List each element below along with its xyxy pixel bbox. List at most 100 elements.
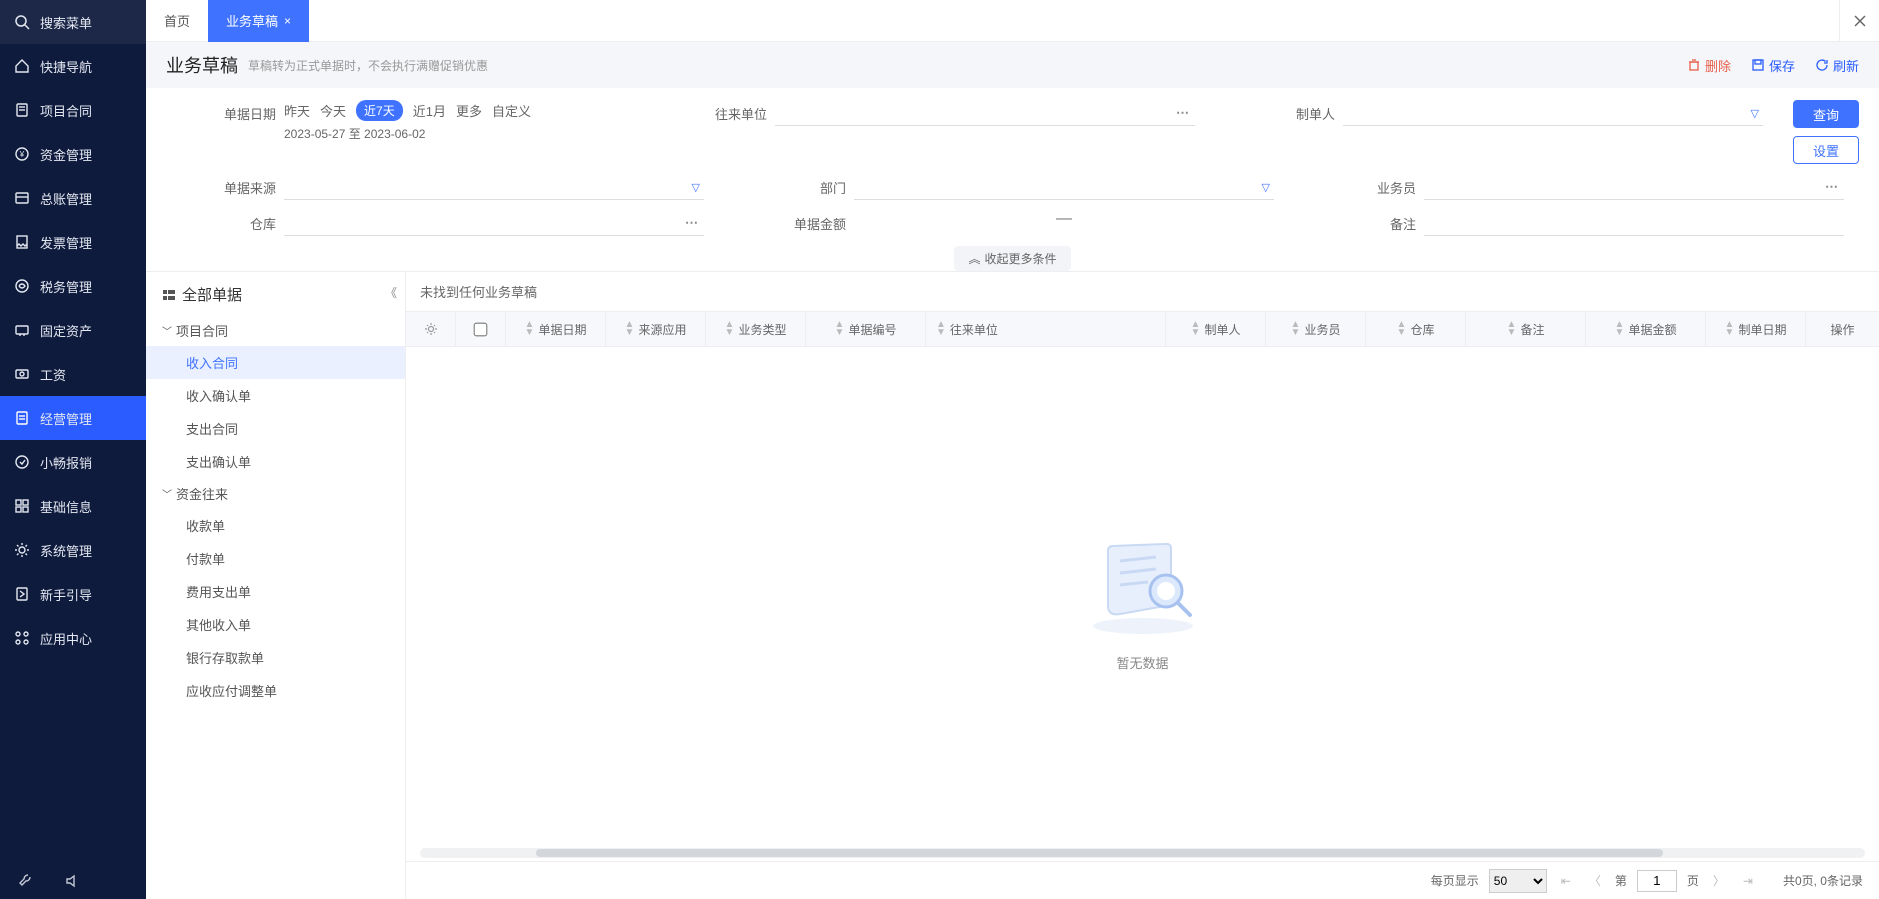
- delete-button[interactable]: 删除: [1687, 56, 1731, 75]
- collapse-filters-button[interactable]: ︽ 收起更多条件: [954, 246, 1070, 271]
- column-header-action: 操作: [1806, 312, 1879, 346]
- sidebar-item-system[interactable]: 系统管理: [0, 528, 146, 572]
- chevron-down-icon[interactable]: ▽: [1751, 107, 1759, 120]
- sidebar-item-fund[interactable]: ¥ 资金管理: [0, 132, 146, 176]
- sidebar-item-ledger[interactable]: 总账管理: [0, 176, 146, 220]
- sidebar-item-app-center[interactable]: 应用中心: [0, 616, 146, 660]
- category-item-other-income[interactable]: 其他收入单: [146, 608, 405, 641]
- salesman-input[interactable]: [1424, 174, 1844, 200]
- last-page-button[interactable]: ⇥: [1739, 874, 1757, 888]
- category-item-payment[interactable]: 付款单: [146, 542, 405, 575]
- sidebar-item-asset[interactable]: 固定资产: [0, 308, 146, 352]
- date-chip-yesterday[interactable]: 昨天: [284, 101, 310, 120]
- close-all-button[interactable]: [1839, 0, 1879, 42]
- sidebar-item-contract[interactable]: 项目合同: [0, 88, 146, 132]
- next-page-button[interactable]: 〉: [1709, 872, 1729, 889]
- sidebar-item-reimburse[interactable]: 小畅报销: [0, 440, 146, 484]
- sound-icon[interactable]: [64, 873, 80, 889]
- page-title: 业务草稿: [166, 52, 238, 78]
- sidebar-item-guide[interactable]: 新手引导: [0, 572, 146, 616]
- date-chip-7days[interactable]: 近7天: [356, 100, 403, 121]
- sort-icon: ▲▼: [525, 321, 535, 337]
- column-header[interactable]: ▲▼业务类型: [706, 312, 806, 346]
- date-chip-1month[interactable]: 近1月: [413, 101, 446, 120]
- category-item-receipt[interactable]: 收款单: [146, 509, 405, 542]
- column-header[interactable]: ▲▼单据金额: [1586, 312, 1706, 346]
- clipboard-icon: [14, 410, 30, 426]
- column-header[interactable]: ▲▼单据日期: [506, 312, 606, 346]
- per-page-select[interactable]: 50: [1489, 869, 1547, 893]
- column-header[interactable]: ▲▼制单日期: [1706, 312, 1806, 346]
- dept-input[interactable]: [854, 174, 1274, 200]
- query-button[interactable]: 查询: [1793, 100, 1859, 128]
- filter-label-source: 单据来源: [166, 174, 276, 197]
- sidebar-item-business[interactable]: 经营管理: [0, 396, 146, 440]
- sidebar-item-invoice[interactable]: 发票管理: [0, 220, 146, 264]
- close-icon[interactable]: ×: [284, 14, 291, 28]
- more-icon[interactable]: ⋯: [1176, 105, 1191, 121]
- select-all-checkbox[interactable]: [456, 312, 506, 346]
- chevron-down-icon[interactable]: ▽: [1262, 181, 1270, 194]
- category-group-fund[interactable]: ﹀ 资金往来: [146, 478, 405, 509]
- category-item-expense[interactable]: 费用支出单: [146, 575, 405, 608]
- settings-button[interactable]: 设置: [1793, 136, 1859, 164]
- column-header[interactable]: ▲▼往来单位: [926, 312, 1166, 346]
- page-summary: 共0页, 0条记录: [1783, 872, 1863, 889]
- tab-home[interactable]: 首页: [146, 0, 208, 42]
- column-header[interactable]: ▲▼仓库: [1366, 312, 1466, 346]
- sort-icon: ▲▼: [835, 321, 845, 337]
- category-item-income-contract[interactable]: 收入合同: [146, 346, 405, 379]
- page-input[interactable]: [1637, 870, 1677, 892]
- date-chip-custom[interactable]: 自定义: [492, 101, 531, 120]
- column-header[interactable]: ▲▼来源应用: [606, 312, 706, 346]
- date-chip-more[interactable]: 更多: [456, 101, 482, 120]
- warehouse-input[interactable]: [284, 210, 704, 236]
- column-settings-button[interactable]: [406, 312, 456, 346]
- chevron-down-icon[interactable]: ▽: [692, 181, 700, 194]
- column-header[interactable]: ▲▼单据编号: [806, 312, 926, 346]
- empty-state: 暂无数据: [406, 347, 1879, 845]
- date-range-text: 2023-05-27 至 2023-06-02: [284, 125, 531, 142]
- category-item-bank-transfer[interactable]: 银行存取款单: [146, 641, 405, 674]
- save-button[interactable]: 保存: [1751, 56, 1795, 75]
- save-icon: [1751, 58, 1765, 72]
- tab-draft[interactable]: 业务草稿 ×: [208, 0, 309, 42]
- ledger-icon: [14, 190, 30, 206]
- column-header[interactable]: ▲▼备注: [1466, 312, 1586, 346]
- column-header[interactable]: ▲▼制单人: [1166, 312, 1266, 346]
- sidebar-item-search[interactable]: 搜索菜单: [0, 0, 146, 44]
- sidebar-item-shortcut[interactable]: 快捷导航: [0, 44, 146, 88]
- gear-icon: [14, 542, 30, 558]
- more-icon[interactable]: ⋯: [1825, 179, 1840, 195]
- sidebar-item-label: 固定资产: [40, 321, 92, 340]
- category-item-income-confirm[interactable]: 收入确认单: [146, 379, 405, 412]
- category-item-expense-confirm[interactable]: 支出确认单: [146, 445, 405, 478]
- category-group-contract[interactable]: ﹀ 项目合同: [146, 315, 405, 346]
- main-area: 首页 业务草稿 × 业务草稿 草稿转为正式单据时，不会执行满赠促销优惠 删除: [146, 0, 1879, 899]
- more-icon[interactable]: ⋯: [685, 215, 700, 231]
- column-header[interactable]: ▲▼业务员: [1266, 312, 1366, 346]
- refresh-button[interactable]: 刷新: [1815, 56, 1859, 75]
- page-subtitle: 草稿转为正式单据时，不会执行满赠促销优惠: [248, 57, 488, 74]
- source-input[interactable]: [284, 174, 704, 200]
- tool-icon[interactable]: [18, 873, 34, 889]
- horizontal-scrollbar[interactable]: [406, 845, 1879, 861]
- filter-label-maker: 制单人: [1225, 100, 1335, 123]
- prev-page-button[interactable]: 〈: [1585, 872, 1605, 889]
- category-header: 全部单据: [146, 284, 405, 315]
- per-page-label: 每页显示: [1431, 872, 1479, 889]
- category-item-expense-contract[interactable]: 支出合同: [146, 412, 405, 445]
- filter-label-amount: 单据金额: [736, 210, 846, 233]
- sidebar-item-base-info[interactable]: 基础信息: [0, 484, 146, 528]
- date-chip-today[interactable]: 今天: [320, 101, 346, 120]
- category-item-ar-ap-adjust[interactable]: 应收应付调整单: [146, 674, 405, 707]
- maker-input[interactable]: [1343, 100, 1763, 126]
- partner-input[interactable]: [775, 100, 1195, 126]
- remark-input[interactable]: [1424, 210, 1844, 236]
- sidebar-item-tax[interactable]: 税务管理: [0, 264, 146, 308]
- first-page-button[interactable]: ⇤: [1557, 874, 1575, 888]
- collapse-panel-button[interactable]: 《: [385, 284, 397, 301]
- trash-icon: [1687, 58, 1701, 72]
- sidebar-item-salary[interactable]: 工资: [0, 352, 146, 396]
- filter-label-warehouse: 仓库: [166, 210, 276, 233]
